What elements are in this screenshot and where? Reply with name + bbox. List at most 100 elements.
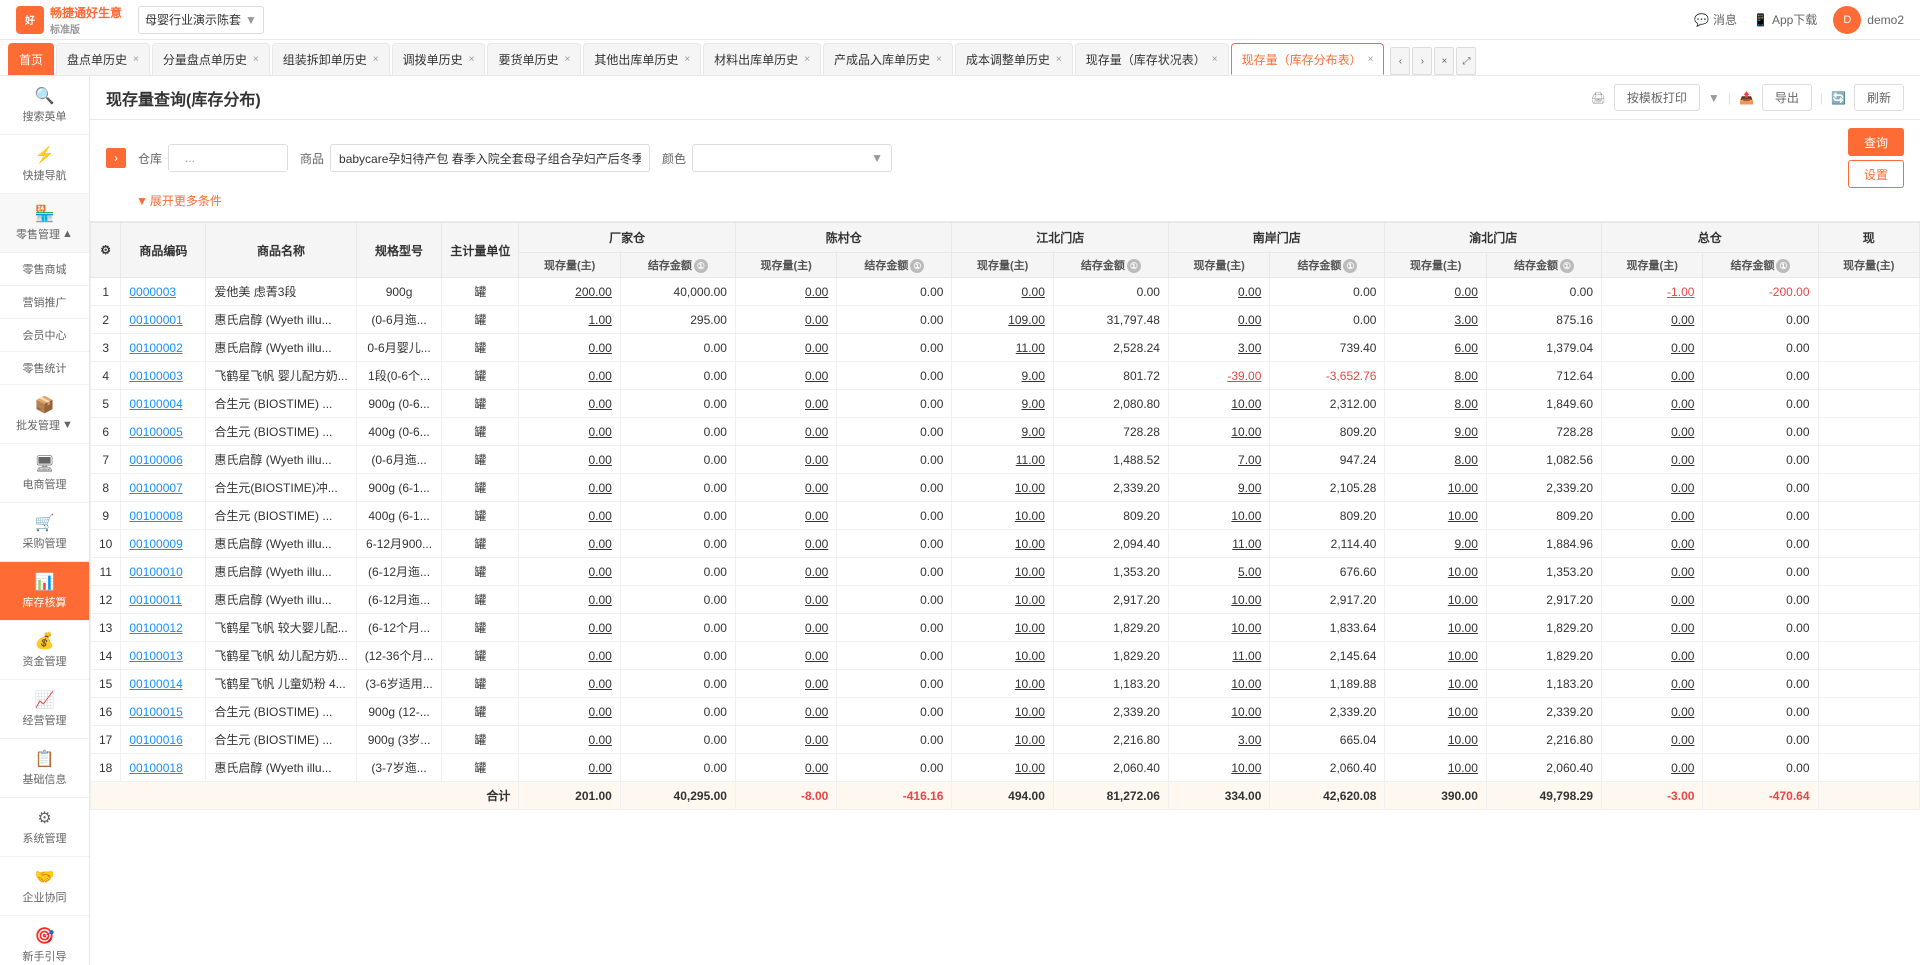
row-yb-qty[interactable]: 10.00 bbox=[1385, 726, 1486, 754]
sidebar-item-cooperation[interactable]: 🤝 企业协同 bbox=[0, 857, 89, 916]
row-yb-qty[interactable]: 9.00 bbox=[1385, 418, 1486, 446]
row-f-qty[interactable]: 0.00 bbox=[519, 670, 620, 698]
warehouse-dots[interactable]: ... bbox=[181, 151, 199, 165]
tab-close-all-btn[interactable]: × bbox=[1434, 47, 1454, 75]
filter-toggle-btn[interactable]: › bbox=[106, 148, 126, 168]
tab-product-in[interactable]: 产成品入库单历史 × bbox=[823, 43, 953, 75]
row-jb-qty[interactable]: 9.00 bbox=[952, 390, 1053, 418]
close-icon[interactable]: × bbox=[469, 54, 475, 65]
row-f-qty[interactable]: 0.00 bbox=[519, 754, 620, 782]
row-jb-qty[interactable]: 9.00 bbox=[952, 362, 1053, 390]
row-na-qty[interactable]: 10.00 bbox=[1168, 698, 1269, 726]
row-total-qty[interactable]: 0.00 bbox=[1602, 390, 1703, 418]
close-icon[interactable]: × bbox=[133, 54, 139, 65]
refresh-btn[interactable]: 刷新 bbox=[1854, 84, 1904, 111]
goods-input[interactable] bbox=[330, 144, 650, 172]
row-na-qty[interactable]: 10.00 bbox=[1168, 670, 1269, 698]
close-icon[interactable]: × bbox=[936, 54, 942, 65]
tab-cost-adjust[interactable]: 成本调整单历史 × bbox=[955, 43, 1073, 75]
row-jb-qty[interactable]: 10.00 bbox=[952, 698, 1053, 726]
tab-inventory-check[interactable]: 盘点单历史 × bbox=[56, 43, 150, 75]
row-yb-qty[interactable]: 10.00 bbox=[1385, 586, 1486, 614]
row-yb-qty[interactable]: 8.00 bbox=[1385, 446, 1486, 474]
row-na-qty[interactable]: 7.00 bbox=[1168, 446, 1269, 474]
row-f-qty[interactable]: 0.00 bbox=[519, 614, 620, 642]
row-f-qty[interactable]: 0.00 bbox=[519, 726, 620, 754]
row-c-qty[interactable]: 0.00 bbox=[735, 698, 836, 726]
row-f-qty[interactable]: 0.00 bbox=[519, 362, 620, 390]
row-total-qty[interactable]: 0.00 bbox=[1602, 698, 1703, 726]
row-f-qty[interactable]: 0.00 bbox=[519, 390, 620, 418]
row-yb-qty[interactable]: 0.00 bbox=[1385, 278, 1486, 306]
tab-home[interactable]: 首页 bbox=[8, 43, 54, 75]
row-f-qty[interactable]: 200.00 bbox=[519, 278, 620, 306]
close-icon[interactable]: × bbox=[1368, 54, 1374, 65]
row-na-qty[interactable]: -39.00 bbox=[1168, 362, 1269, 390]
sidebar-item-purchase[interactable]: 🛒 采购管理 bbox=[0, 503, 89, 562]
sidebar-item-wholesale[interactable]: 📦 批发管理 ▼ bbox=[0, 385, 89, 444]
export-btn[interactable]: 导出 bbox=[1762, 84, 1812, 111]
th-settings[interactable]: ⚙ bbox=[91, 223, 121, 278]
row-f-qty[interactable]: 0.00 bbox=[519, 502, 620, 530]
row-na-qty[interactable]: 0.00 bbox=[1168, 306, 1269, 334]
row-total-qty[interactable]: 0.00 bbox=[1602, 474, 1703, 502]
close-icon[interactable]: × bbox=[804, 54, 810, 65]
row-jb-qty[interactable]: 10.00 bbox=[952, 670, 1053, 698]
row-yb-qty[interactable]: 9.00 bbox=[1385, 530, 1486, 558]
sidebar-item-retail[interactable]: 🏪 零售管理 ▲ bbox=[0, 194, 89, 253]
row-c-qty[interactable]: 0.00 bbox=[735, 726, 836, 754]
row-yb-qty[interactable]: 10.00 bbox=[1385, 642, 1486, 670]
row-c-qty[interactable]: 0.00 bbox=[735, 418, 836, 446]
sidebar-sub-mall[interactable]: 零售商城 bbox=[0, 253, 89, 286]
tab-other-out[interactable]: 其他出库单历史 × bbox=[583, 43, 701, 75]
sidebar-sub-member[interactable]: 会员中心 bbox=[0, 319, 89, 352]
row-total-qty[interactable]: 0.00 bbox=[1602, 558, 1703, 586]
row-c-qty[interactable]: 0.00 bbox=[735, 446, 836, 474]
tab-stock-status[interactable]: 现存量（库存状况表） × bbox=[1075, 43, 1229, 75]
row-f-qty[interactable]: 0.00 bbox=[519, 586, 620, 614]
warehouse-select[interactable]: ... bbox=[168, 144, 288, 172]
row-c-qty[interactable]: 0.00 bbox=[735, 754, 836, 782]
row-total-qty[interactable]: 0.00 bbox=[1602, 642, 1703, 670]
row-c-qty[interactable]: 0.00 bbox=[735, 306, 836, 334]
sidebar-item-system[interactable]: ⚙ 系统管理 bbox=[0, 798, 89, 857]
tab-fullscreen-btn[interactable]: ⤢ bbox=[1456, 47, 1476, 75]
row-total-qty[interactable]: 0.00 bbox=[1602, 670, 1703, 698]
close-icon[interactable]: × bbox=[373, 54, 379, 65]
row-jb-qty[interactable]: 109.00 bbox=[952, 306, 1053, 334]
tab-sub-inventory[interactable]: 分量盘点单历史 × bbox=[152, 43, 270, 75]
row-jb-qty[interactable]: 10.00 bbox=[952, 726, 1053, 754]
row-na-qty[interactable]: 11.00 bbox=[1168, 642, 1269, 670]
sidebar-item-basic-info[interactable]: 📋 基础信息 bbox=[0, 739, 89, 798]
row-c-qty[interactable]: 0.00 bbox=[735, 278, 836, 306]
row-total-qty[interactable]: 0.00 bbox=[1602, 726, 1703, 754]
color-select[interactable]: ▼ bbox=[692, 144, 892, 172]
info-icon[interactable]: ① bbox=[1776, 259, 1790, 273]
row-total-qty[interactable]: 0.00 bbox=[1602, 754, 1703, 782]
row-c-qty[interactable]: 0.00 bbox=[735, 558, 836, 586]
message-btn[interactable]: 💬 消息 bbox=[1694, 11, 1737, 28]
row-yb-qty[interactable]: 10.00 bbox=[1385, 670, 1486, 698]
set-btn[interactable]: 设置 bbox=[1848, 160, 1904, 188]
row-jb-qty[interactable]: 10.00 bbox=[952, 474, 1053, 502]
sidebar-item-search[interactable]: 🔍 搜索英单 bbox=[0, 76, 89, 135]
row-c-qty[interactable]: 0.00 bbox=[735, 530, 836, 558]
sidebar-item-quicknav[interactable]: ⚡ 快捷导航 bbox=[0, 135, 89, 194]
info-icon[interactable]: ① bbox=[910, 259, 924, 273]
user-area[interactable]: D demo2 bbox=[1833, 6, 1904, 34]
row-jb-qty[interactable]: 10.00 bbox=[952, 642, 1053, 670]
row-na-qty[interactable]: 11.00 bbox=[1168, 530, 1269, 558]
close-icon[interactable]: × bbox=[253, 54, 259, 65]
app-download-btn[interactable]: 📱 App下载 bbox=[1753, 11, 1817, 28]
row-yb-qty[interactable]: 10.00 bbox=[1385, 698, 1486, 726]
tab-stock-distribution[interactable]: 现存量（库存分布表） × bbox=[1231, 43, 1385, 75]
close-icon[interactable]: × bbox=[684, 54, 690, 65]
row-c-qty[interactable]: 0.00 bbox=[735, 586, 836, 614]
row-na-qty[interactable]: 0.00 bbox=[1168, 278, 1269, 306]
row-c-qty[interactable]: 0.00 bbox=[735, 362, 836, 390]
row-yb-qty[interactable]: 6.00 bbox=[1385, 334, 1486, 362]
sidebar-sub-retail-stats[interactable]: 零售统计 bbox=[0, 352, 89, 385]
sidebar-item-inventory[interactable]: 📊 库存核算 bbox=[0, 562, 89, 621]
row-na-qty[interactable]: 5.00 bbox=[1168, 558, 1269, 586]
row-na-qty[interactable]: 10.00 bbox=[1168, 754, 1269, 782]
